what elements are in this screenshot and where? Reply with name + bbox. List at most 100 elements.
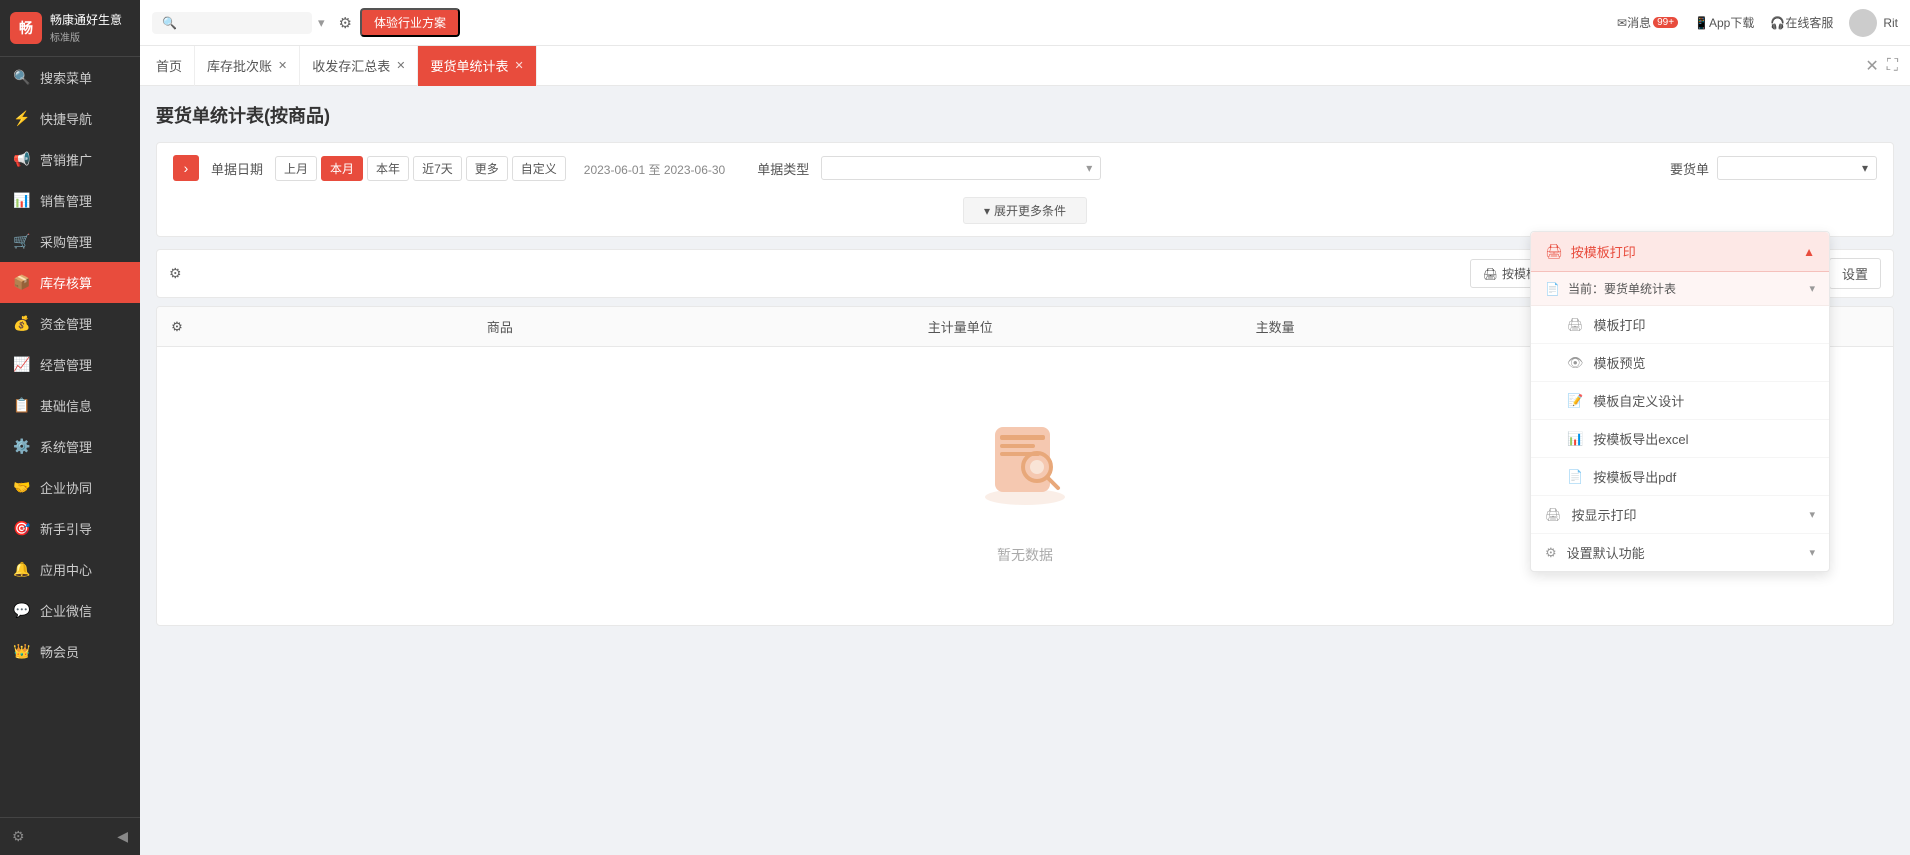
order-filter-select[interactable]: ▾: [1717, 156, 1877, 180]
sidebar-item-quick-nav[interactable]: ⚡ 快捷导航: [0, 98, 140, 139]
sidebar-item-inventory[interactable]: 📦 库存核算: [0, 262, 140, 303]
tab-batch-account-label: 库存批次账: [207, 56, 272, 75]
empty-illustration: [965, 407, 1085, 507]
export-pdf-label: 按模板导出pdf: [1593, 467, 1676, 486]
setting-button[interactable]: 设置: [1829, 258, 1881, 289]
dropdown-display-print[interactable]: 🖨 按显示打印 ▾: [1531, 496, 1829, 534]
expand-more-btn[interactable]: ▾ 展开更多条件: [963, 197, 1087, 224]
collapse-icon[interactable]: ◀: [117, 828, 128, 845]
sidebar-footer: ⚙ ◀: [0, 817, 140, 855]
filter-toggle-btn[interactable]: ›: [173, 155, 199, 181]
message-icon: ✉: [1617, 16, 1627, 30]
date-btn-more[interactable]: 更多: [466, 156, 508, 181]
tab-order-stats-close[interactable]: ✕: [515, 59, 524, 72]
sidebar-item-finance[interactable]: 💰 资金管理: [0, 303, 140, 344]
app-download-button[interactable]: 📱 App下载: [1694, 14, 1754, 31]
online-service-button[interactable]: 🎧 在线客服: [1770, 14, 1833, 31]
topbar-search-box[interactable]: 🔍: [152, 12, 312, 34]
tab-receipt-summary-close[interactable]: ✕: [396, 59, 405, 72]
sidebar-item-search[interactable]: 🔍 搜索菜单: [0, 57, 140, 98]
printer-small-icon: 🖨: [1567, 317, 1584, 333]
sidebar-item-sales[interactable]: 📊 销售管理: [0, 180, 140, 221]
sidebar-item-basic[interactable]: 📋 基础信息: [0, 385, 140, 426]
template-print-label: 模板打印: [1594, 315, 1646, 334]
dropdown-set-default[interactable]: ⚙ 设置默认功能 ▾: [1531, 534, 1829, 571]
sidebar-item-operations[interactable]: 📈 经营管理: [0, 344, 140, 385]
sidebar-item-label: 资金管理: [40, 314, 128, 333]
tab-batch-account-close[interactable]: ✕: [278, 59, 287, 72]
tab-receipt-summary-label: 收发存汇总表: [312, 56, 390, 75]
design-icon: 📝: [1567, 393, 1583, 409]
sidebar-item-enterprise[interactable]: 🤝 企业协同: [0, 467, 140, 508]
filter-date-btns: 上月 本月 本年 近7天 更多 自定义: [275, 156, 566, 181]
tab-order-stats[interactable]: 要货单统计表 ✕: [418, 46, 536, 86]
topbar-gear-icon[interactable]: ⚙: [339, 14, 352, 32]
tab-batch-account[interactable]: 库存批次账 ✕: [195, 46, 300, 86]
print-header-icon: 🖨: [1545, 243, 1563, 260]
headphone-icon: 🎧: [1770, 16, 1785, 30]
sidebar-item-label: 系统管理: [40, 437, 128, 456]
order-filter-arrow: ▾: [1862, 161, 1868, 175]
sidebar-item-app-center[interactable]: 🔔 应用中心: [0, 549, 140, 590]
dropdown-item-export-pdf[interactable]: 📄 按模板导出pdf: [1531, 458, 1829, 496]
column-settings-icon[interactable]: ⚙: [169, 265, 182, 282]
tab-home[interactable]: 首页: [152, 46, 195, 86]
tabbar-close-all-icon[interactable]: ✕: [1865, 56, 1878, 76]
sidebar-item-purchase[interactable]: 🛒 采购管理: [0, 221, 140, 262]
set-default-label: 设置默认功能: [1567, 543, 1810, 562]
sidebar-nav: 🔍 搜索菜单 ⚡ 快捷导航 📢 营销推广 📊 销售管理 🛒 采购管理 📦 库存核…: [0, 57, 140, 817]
type-filter-select[interactable]: ▾: [821, 156, 1101, 180]
sidebar-item-marketing[interactable]: 📢 营销推广: [0, 139, 140, 180]
tabbar: 首页 库存批次账 ✕ 收发存汇总表 ✕ 要货单统计表 ✕ ✕ ⛶: [140, 46, 1910, 86]
brand-badge: 标准版: [50, 29, 122, 44]
enterprise-icon: 🤝: [12, 479, 32, 496]
sidebar-item-label: 搜索菜单: [40, 68, 128, 87]
col-unit-header: 主计量单位: [803, 317, 1118, 336]
sidebar-item-label: 新手引导: [40, 519, 128, 538]
promo-button[interactable]: 体验行业方案: [360, 8, 460, 37]
operations-icon: 📈: [12, 356, 32, 373]
date-btn-custom[interactable]: 自定义: [512, 156, 566, 181]
tab-receipt-summary[interactable]: 收发存汇总表 ✕: [300, 46, 418, 86]
col-qty-header: 主数量: [1118, 317, 1433, 336]
messages-label: 消息: [1627, 14, 1651, 31]
sidebar-item-system[interactable]: ⚙️ 系统管理: [0, 426, 140, 467]
sidebar-item-guide[interactable]: 🎯 新手引导: [0, 508, 140, 549]
messages-badge: 99+: [1653, 17, 1678, 28]
dropdown-item-template-preview[interactable]: 👁 模板预览: [1531, 344, 1829, 382]
col-product-header: 商品: [197, 317, 803, 336]
settings-icon[interactable]: ⚙: [12, 828, 25, 845]
app-center-icon: 🔔: [12, 561, 32, 578]
sidebar-item-label: 采购管理: [40, 232, 128, 251]
tabbar-expand-icon[interactable]: ⛶: [1887, 57, 1898, 75]
date-btn-last-month[interactable]: 上月: [275, 156, 317, 181]
sidebar-item-wechat[interactable]: 💬 企业微信: [0, 590, 140, 631]
print-dropdown-menu: 🖨 按模板打印 ▲ 📄 当前：要货单统计表 ▾ 🖨 模板打印 👁 模板预览 📝: [1530, 231, 1830, 572]
sidebar-item-label: 快捷导航: [40, 109, 128, 128]
date-btn-7days[interactable]: 近7天: [413, 156, 462, 181]
date-btn-this-month[interactable]: 本月: [321, 156, 363, 181]
quick-nav-icon: ⚡: [12, 110, 32, 127]
dropdown-item-export-excel[interactable]: 📊 按模板导出excel: [1531, 420, 1829, 458]
empty-text: 暂无数据: [997, 545, 1053, 565]
date-btn-this-year[interactable]: 本年: [367, 156, 409, 181]
dropdown-current-section[interactable]: 📄 当前：要货单统计表 ▾: [1531, 272, 1829, 306]
chevron-right-icon: ›: [184, 160, 189, 176]
dropdown-header[interactable]: 🖨 按模板打印 ▲: [1531, 232, 1829, 272]
sidebar-item-label: 畅会员: [40, 642, 128, 661]
online-service-label: 在线客服: [1785, 14, 1833, 31]
search-icon: 🔍: [12, 69, 32, 86]
dropdown-item-template-print[interactable]: 🖨 模板打印: [1531, 306, 1829, 344]
purchase-icon: 🛒: [12, 233, 32, 250]
dropdown-item-template-design[interactable]: 📝 模板自定义设计: [1531, 382, 1829, 420]
select-arrow-icon: ▾: [1086, 161, 1092, 175]
system-icon: ⚙️: [12, 438, 32, 455]
expand-more-icon: ▾: [984, 204, 990, 218]
user-area[interactable]: Rit: [1849, 9, 1898, 37]
sidebar-item-member[interactable]: 👑 畅会员: [0, 631, 140, 672]
filter-row-1: › 单据日期 上月 本月 本年 近7天 更多 自定义 2023-06-01 至 …: [173, 155, 1877, 181]
set-default-arrow-icon: ▾: [1809, 546, 1815, 559]
messages-button[interactable]: ✉ 消息 99+: [1617, 14, 1678, 31]
toolbar-left: ⚙: [169, 265, 1462, 282]
topbar-dropdown-arrow[interactable]: ▾: [318, 15, 325, 31]
